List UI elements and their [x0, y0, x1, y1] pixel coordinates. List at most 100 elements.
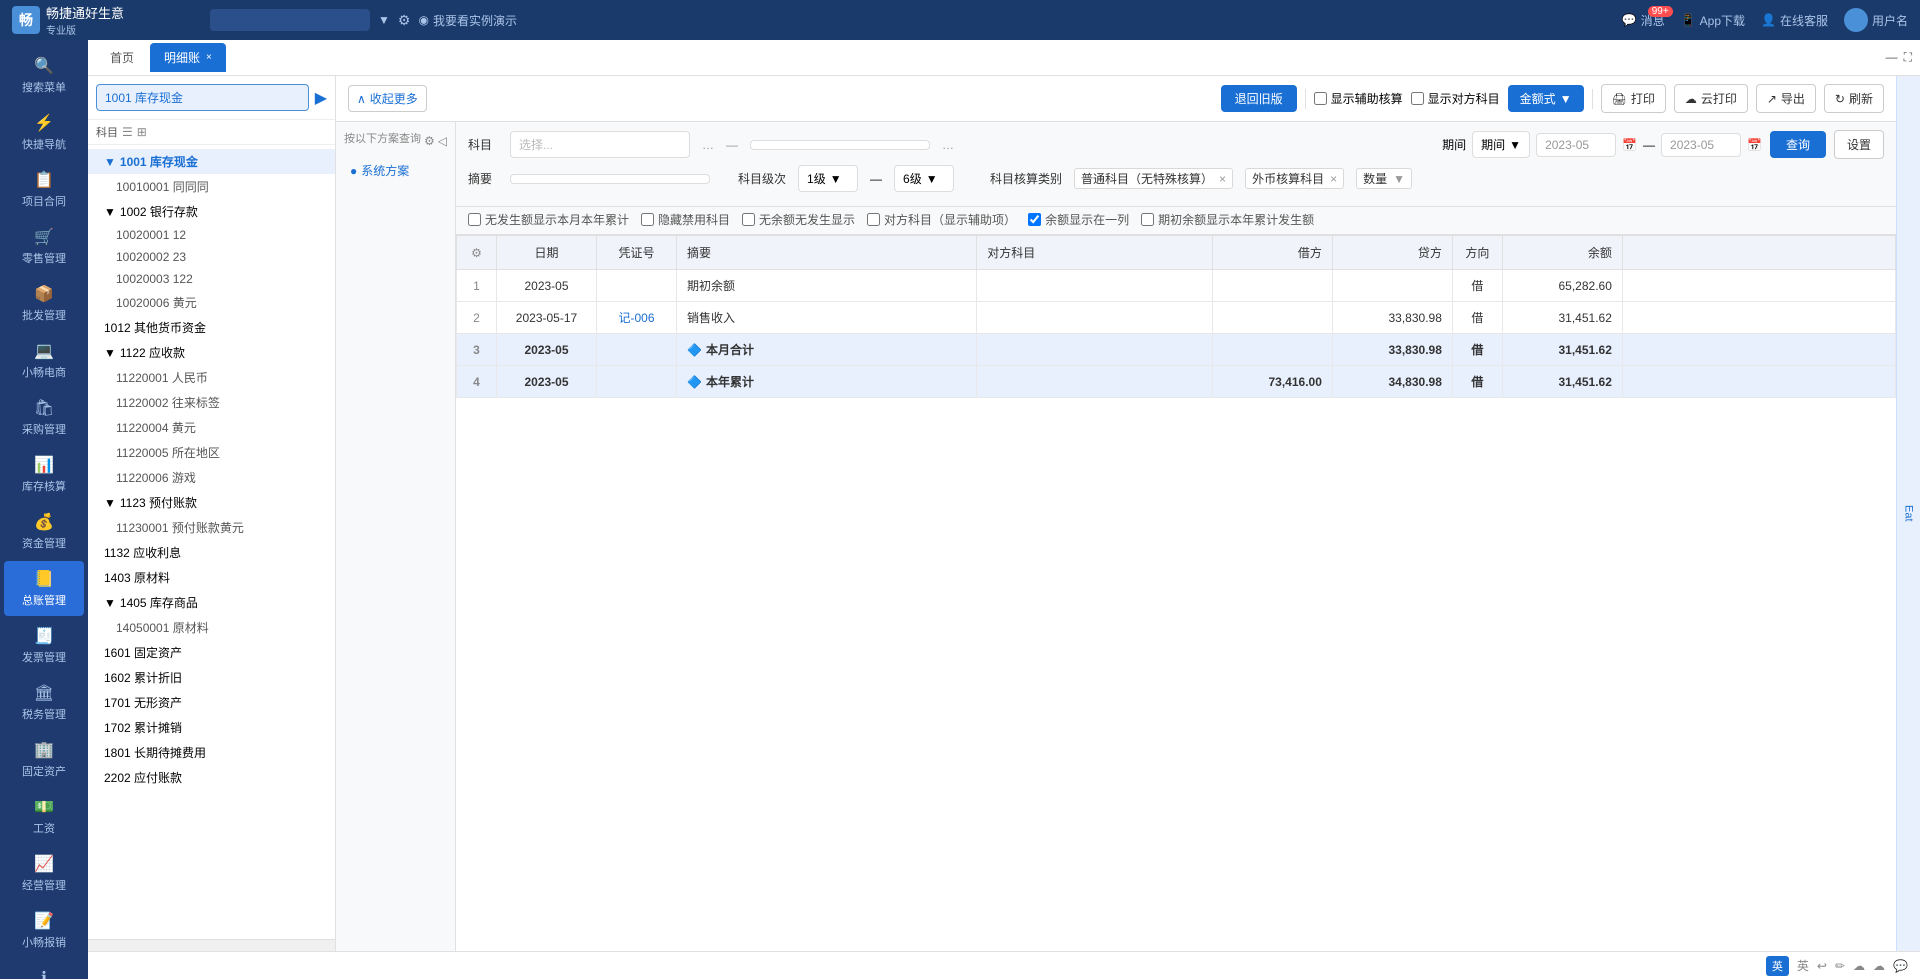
query-btn[interactable]: 查询	[1770, 131, 1826, 158]
scheme-collapse-icon[interactable]: ◁	[438, 134, 447, 148]
sidebar-item-xcsales[interactable]: 📝 小畅报销	[4, 903, 84, 958]
tree-item-1122[interactable]: ▼ 1122 应收款	[88, 340, 335, 365]
sidebar-item-ledger[interactable]: 📒 总账管理	[4, 561, 84, 616]
voucher-link[interactable]: 记-006	[618, 311, 654, 325]
col-settings[interactable]: ⚙	[457, 236, 497, 270]
tag2-close-icon[interactable]: ×	[1330, 172, 1337, 186]
option-contra-subject[interactable]: 对方科目（显示辅助项）	[867, 211, 1016, 228]
search-dropdown-icon[interactable]: ▼	[378, 13, 390, 27]
tab-home[interactable]: 首页	[96, 43, 148, 72]
data-table-wrapper[interactable]: ⚙ 日期 凭证号	[456, 235, 1896, 951]
period-from-input[interactable]: 2023-05	[1536, 133, 1616, 157]
period-type-select[interactable]: 期间 ▼	[1472, 131, 1530, 158]
tree-item-11220006[interactable]: 11220006 游戏	[88, 465, 335, 490]
option-hide-disabled[interactable]: 隐藏禁用科目	[641, 211, 730, 228]
collapse-more-btn[interactable]: ∧ 收起更多	[348, 85, 427, 112]
tree-item-1132[interactable]: 1132 应收利息	[88, 540, 335, 565]
tree-item-11220002[interactable]: 11220002 往来标签	[88, 390, 335, 415]
sidebar-item-purchase[interactable]: 🛍 采购管理	[4, 390, 84, 445]
bottom-icon-2[interactable]: ↩	[1817, 959, 1827, 973]
tree-item-10020003[interactable]: 10020003 122	[88, 268, 335, 290]
message-btn[interactable]: 💬 消息 99+	[1622, 12, 1665, 29]
tree-item-1801[interactable]: 1801 长期待摊费用	[88, 740, 335, 765]
tree-item-1403[interactable]: 1403 原材料	[88, 565, 335, 590]
sidebar-item-operations[interactable]: 📈 经营管理	[4, 846, 84, 901]
return-old-version-btn[interactable]: 退回旧版	[1221, 85, 1297, 112]
sidebar-item-wholesale[interactable]: 📦 批发管理	[4, 276, 84, 331]
online-service-btn[interactable]: 👤 在线客服	[1761, 12, 1828, 29]
sidebar-item-finance[interactable]: 💰 资金管理	[4, 504, 84, 559]
demo-link[interactable]: ◉ 我要看实例演示	[418, 12, 517, 29]
period-to-input[interactable]: 2023-05	[1661, 133, 1741, 157]
tree-item-11220001[interactable]: 11220001 人民币	[88, 365, 335, 390]
export-btn[interactable]: ↗ 导出	[1756, 84, 1816, 113]
sidebar-item-salary[interactable]: 💵 工资	[4, 789, 84, 844]
tree-item-11220004[interactable]: 11220004 黄元	[88, 415, 335, 440]
show-aux-checkbox[interactable]: 显示辅助核算	[1314, 90, 1403, 107]
tab-minimize-icon[interactable]: —	[1886, 50, 1898, 65]
summary-input[interactable]	[510, 174, 710, 184]
tree-item-10020002[interactable]: 10020002 23	[88, 246, 335, 268]
tree-item-1601[interactable]: 1601 固定资产	[88, 640, 335, 665]
tab-maximize-icon[interactable]: ⛶	[1904, 50, 1912, 65]
bottom-icon-3[interactable]: ✏	[1835, 959, 1845, 973]
tree-item-1012[interactable]: 1012 其他货币资金	[88, 315, 335, 340]
calendar-from-icon[interactable]: 📅	[1622, 138, 1637, 152]
tree-expand-icon[interactable]: ⊞	[137, 125, 147, 139]
sidebar-item-invoice[interactable]: 🧾 发票管理	[4, 618, 84, 673]
level-to-select[interactable]: 6级 ▼	[894, 165, 954, 192]
subject-to-input[interactable]	[750, 140, 930, 150]
tree-item-11230001[interactable]: 11230001 预付账款黄元	[88, 515, 335, 540]
option-no-zero-balance[interactable]: 无余额无发生显示	[742, 211, 855, 228]
app-download-btn[interactable]: 📱 App下载	[1681, 12, 1745, 29]
tree-item-1602[interactable]: 1602 累计折旧	[88, 665, 335, 690]
sidebar-item-retail[interactable]: 🛒 零售管理	[4, 219, 84, 274]
bottom-icon-4[interactable]: ☁	[1853, 959, 1865, 973]
format-dropdown-btn[interactable]: 金额式 ▼	[1508, 85, 1584, 112]
sidebar-item-assets[interactable]: 🏢 固定资产	[4, 732, 84, 787]
sidebar-item-project[interactable]: 📋 项目合同	[4, 162, 84, 217]
tree-item-10010001[interactable]: 10010001 同同同	[88, 174, 335, 199]
tree-item-10020001[interactable]: 10020001 12	[88, 224, 335, 246]
tree-item-1002[interactable]: ▼ 1002 银行存款	[88, 199, 335, 224]
show-contra-checkbox[interactable]: 显示对方科目	[1411, 90, 1500, 107]
sidebar-item-basic[interactable]: ℹ 基础信息	[4, 960, 84, 979]
tree-item-1702[interactable]: 1702 累计摊销	[88, 715, 335, 740]
refresh-btn[interactable]: ↻ 刷新	[1824, 84, 1884, 113]
tree-item-1123[interactable]: ▼ 1123 预付账款	[88, 490, 335, 515]
top-search-input[interactable]	[210, 9, 370, 31]
user-menu[interactable]: 用户名	[1844, 8, 1908, 32]
level-from-select[interactable]: 1级 ▼	[798, 165, 858, 192]
settings-side-panel[interactable]: Eat	[1896, 76, 1920, 951]
tree-item-14050001[interactable]: 14050001 原材料	[88, 615, 335, 640]
selected-account-display[interactable]: 1001 库存现金	[96, 84, 309, 111]
sidebar-item-inventory[interactable]: 📊 库存核算	[4, 447, 84, 502]
tag3-close-icon[interactable]: ▼	[1393, 172, 1405, 186]
bottom-icon-6[interactable]: 💬	[1893, 959, 1908, 973]
bottom-icon-5[interactable]: ☁	[1873, 959, 1885, 973]
setting-btn[interactable]: 设置	[1834, 130, 1884, 159]
settings-icon[interactable]: ⚙	[398, 12, 411, 29]
tree-scrollbar[interactable]	[88, 939, 335, 951]
print-btn[interactable]: 🖨 打印	[1601, 84, 1666, 113]
tree-item-10020006[interactable]: 10020006 黄元	[88, 290, 335, 315]
tree-item-1701[interactable]: 1701 无形资产	[88, 690, 335, 715]
tab-ledger-detail[interactable]: 明细账 ×	[150, 43, 226, 72]
tag1-close-icon[interactable]: ×	[1219, 172, 1226, 186]
cloud-print-btn[interactable]: ☁ 云打印	[1674, 84, 1748, 113]
subject-input[interactable]: 选择...	[510, 131, 690, 158]
tree-item-2202[interactable]: 2202 应付账款	[88, 765, 335, 790]
sidebar-item-ecommerce[interactable]: 💻 小畅电商	[4, 333, 84, 388]
scheme-settings-icon[interactable]: ⚙	[424, 134, 435, 148]
option-show-balance-one-col[interactable]: 余额显示在一列	[1028, 211, 1129, 228]
tab-close-btn[interactable]: ×	[206, 52, 212, 63]
tree-list-icon[interactable]: ☰	[122, 125, 133, 139]
option-show-initial-ytd[interactable]: 期初余额显示本年累计发生额	[1141, 211, 1314, 228]
language-switch-btn[interactable]: 英	[1766, 956, 1789, 976]
account-nav-arrow[interactable]: ▶	[315, 88, 327, 108]
option-no-occurrence[interactable]: 无发生额显示本月本年累计	[468, 211, 629, 228]
bottom-icon-1[interactable]: 英	[1797, 957, 1809, 974]
tree-item-11220005[interactable]: 11220005 所在地区	[88, 440, 335, 465]
system-scheme-item[interactable]: ● 系统方案	[344, 158, 447, 183]
sidebar-item-search[interactable]: 🔍 搜索菜单	[4, 48, 84, 103]
